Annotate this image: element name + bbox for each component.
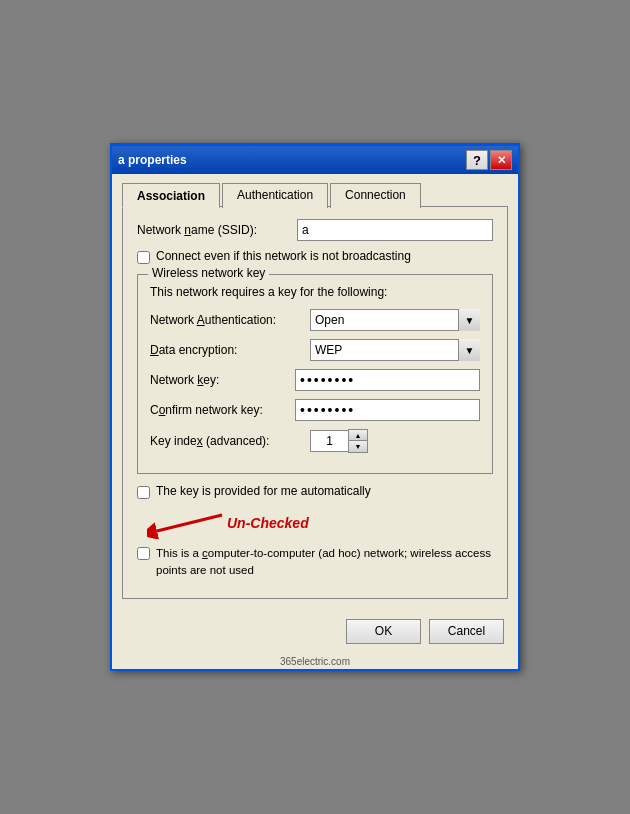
network-auth-select[interactable]: Open Shared WPA WPA-PSK	[310, 309, 480, 331]
tab-authentication[interactable]: Authentication	[222, 183, 328, 208]
title-bar: a properties ? ✕	[112, 146, 518, 174]
wireless-key-group: Wireless network key This network requir…	[137, 274, 493, 474]
arrow-annotation: Un-Checked	[147, 507, 493, 539]
watermark: 365electric.com	[112, 652, 518, 669]
cancel-button[interactable]: Cancel	[429, 619, 504, 644]
title-bar-text: a properties	[118, 153, 466, 167]
spinner-up-button[interactable]: ▲	[349, 430, 367, 441]
dialog-window: a properties ? ✕ Association Authenticat…	[110, 143, 520, 670]
confirm-key-input[interactable]	[295, 399, 480, 421]
close-button[interactable]: ✕	[490, 150, 512, 170]
tab-connection[interactable]: Connection	[330, 183, 421, 208]
spinner-buttons: ▲ ▼	[348, 429, 368, 453]
data-enc-select[interactable]: WEP TKIP AES Disabled	[310, 339, 480, 361]
button-row: OK Cancel	[112, 609, 518, 652]
data-enc-label: Data encryption:	[150, 343, 310, 357]
key-index-label: Key index (advanced):	[150, 434, 310, 448]
network-name-label: Network name (SSID):	[137, 223, 297, 237]
svg-line-1	[157, 515, 222, 531]
tab-bar: Association Authentication Connection	[122, 182, 508, 207]
broadcast-checkbox[interactable]	[137, 251, 150, 264]
network-name-input[interactable]	[297, 219, 493, 241]
auto-key-label: The key is provided for me automatically	[156, 484, 371, 498]
red-arrow-icon	[147, 507, 227, 539]
unchecked-annotation: Un-Checked	[227, 515, 309, 531]
ok-button[interactable]: OK	[346, 619, 421, 644]
help-button[interactable]: ?	[466, 150, 488, 170]
key-index-input[interactable]	[310, 430, 348, 452]
group-legend: Wireless network key	[148, 266, 269, 280]
data-enc-dropdown-wrapper: WEP TKIP AES Disabled ▼	[310, 339, 480, 361]
group-desc: This network requires a key for the foll…	[150, 285, 480, 299]
title-bar-buttons: ? ✕	[466, 150, 512, 170]
confirm-key-label: Confirm network key:	[150, 403, 295, 417]
network-name-row: Network name (SSID):	[137, 219, 493, 241]
network-key-label: Network key:	[150, 373, 295, 387]
adhoc-label: This is a computer-to-computer (ad hoc) …	[156, 545, 493, 577]
data-enc-row: Data encryption: WEP TKIP AES Disabled ▼	[150, 339, 480, 361]
broadcast-checkbox-row: Connect even if this network is not broa…	[137, 249, 493, 264]
key-index-row: Key index (advanced): ▲ ▼	[150, 429, 480, 453]
network-key-input[interactable]	[295, 369, 480, 391]
network-auth-row: Network Authentication: Open Shared WPA …	[150, 309, 480, 331]
tab-association[interactable]: Association	[122, 183, 220, 208]
spinner-down-button[interactable]: ▼	[349, 441, 367, 452]
auto-key-checkbox[interactable]	[137, 486, 150, 499]
tab-content: Network name (SSID): Connect even if thi…	[122, 206, 508, 598]
network-auth-dropdown-wrapper: Open Shared WPA WPA-PSK ▼	[310, 309, 480, 331]
broadcast-label: Connect even if this network is not broa…	[156, 249, 411, 263]
adhoc-checkbox-row: This is a computer-to-computer (ad hoc) …	[137, 545, 493, 577]
network-auth-label: Network Authentication:	[150, 313, 310, 327]
dialog-content: Association Authentication Connection Ne…	[112, 174, 518, 608]
auto-key-checkbox-row: The key is provided for me automatically	[137, 484, 493, 499]
key-index-spinner: ▲ ▼	[310, 429, 370, 453]
confirm-key-row: Confirm network key:	[150, 399, 480, 421]
network-key-row: Network key:	[150, 369, 480, 391]
adhoc-checkbox[interactable]	[137, 547, 150, 560]
